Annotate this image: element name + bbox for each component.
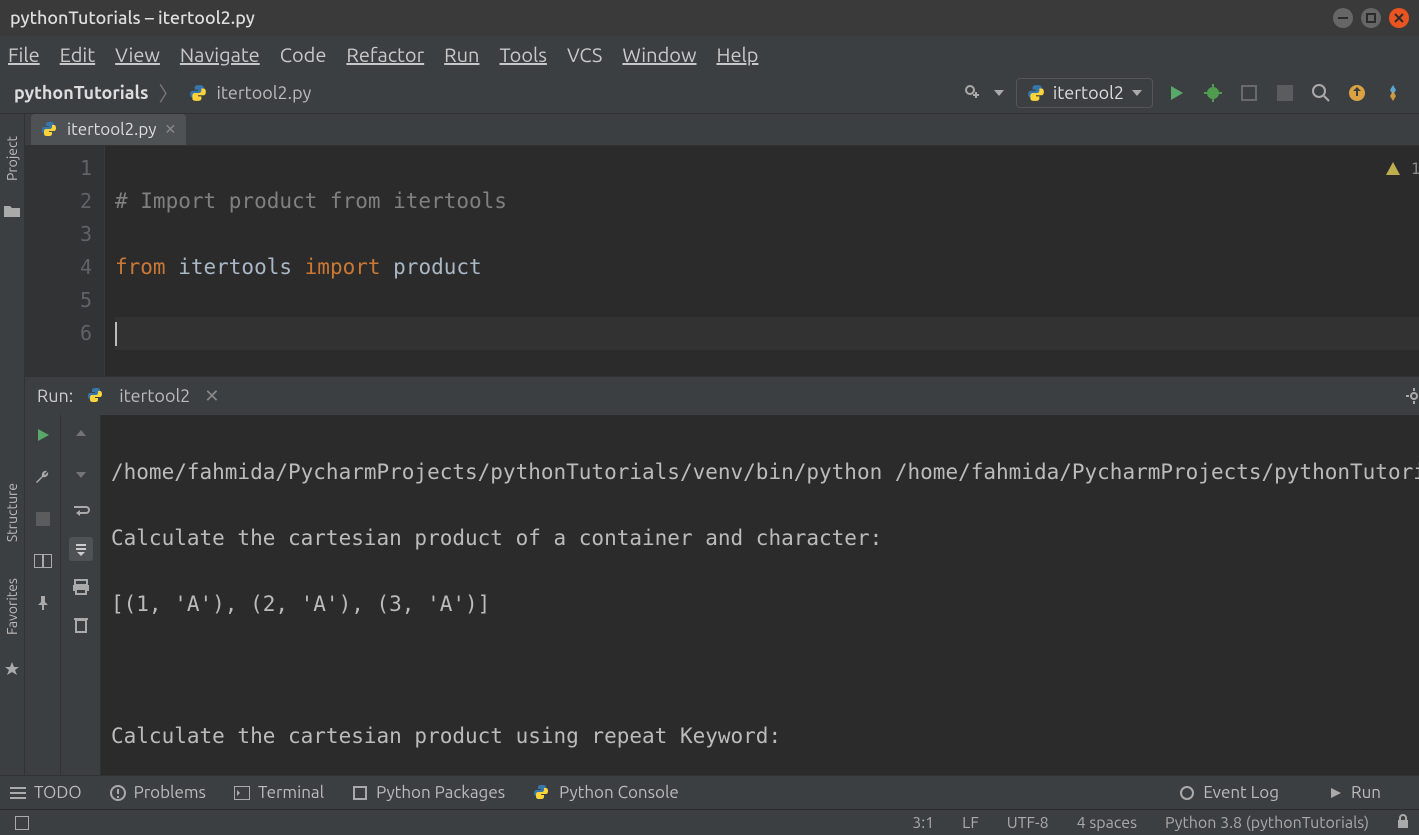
- menu-window[interactable]: Window: [622, 43, 696, 66]
- menu-file[interactable]: File: [8, 43, 40, 66]
- config-dropdown-icon[interactable]: [994, 90, 1004, 96]
- warning-icon: [1385, 161, 1401, 177]
- breadcrumb-project[interactable]: pythonTutorials: [14, 83, 149, 103]
- run-tab-name[interactable]: itertool2: [119, 386, 190, 406]
- menu-view[interactable]: View: [115, 43, 160, 66]
- stop-button[interactable]: [1273, 81, 1297, 105]
- python-file-icon: [189, 84, 207, 102]
- run-configuration-selector[interactable]: itertool2: [1016, 78, 1153, 108]
- tool-tab-project[interactable]: Project: [4, 136, 20, 181]
- update-icon[interactable]: [1345, 81, 1369, 105]
- line-ending[interactable]: LF: [962, 814, 979, 832]
- tab-close-icon[interactable]: ✕: [164, 121, 176, 138]
- minimize-button[interactable]: [1333, 8, 1353, 28]
- close-button[interactable]: [1389, 8, 1409, 28]
- bottom-tool-tabs: TODO Problems Terminal Python Packages P…: [0, 775, 1419, 809]
- menu-code[interactable]: Code: [280, 43, 327, 66]
- run-header: Run: itertool2 ✕: [25, 377, 1419, 415]
- interpreter[interactable]: Python 3.8 (pythonTutorials): [1165, 814, 1369, 832]
- inspection-widget[interactable]: 1 ˆ ˇ: [1385, 152, 1419, 185]
- toolbar-right: itertool2: [958, 78, 1405, 108]
- search-everywhere-icon[interactable]: [1309, 81, 1333, 105]
- tool-tab-python-packages[interactable]: Python Packages: [352, 783, 505, 802]
- editor-tabs: itertool2.py ✕: [25, 114, 1419, 146]
- menu-edit[interactable]: Edit: [60, 43, 95, 66]
- window-controls: [1333, 8, 1409, 28]
- run-tab-close-icon[interactable]: ✕: [204, 386, 219, 407]
- left-tool-stripe: Project Structure Favorites: [0, 114, 25, 775]
- run-label: Run:: [37, 386, 73, 406]
- tool-tab-problems[interactable]: Problems: [110, 783, 206, 802]
- warning-count: 1: [1411, 152, 1419, 185]
- menu-refactor[interactable]: Refactor: [346, 43, 424, 66]
- menu-bar: File Edit View Navigate Code Refactor Ru…: [0, 36, 1419, 72]
- text-cursor: [115, 322, 117, 346]
- tool-tab-python-console[interactable]: Python Console: [533, 783, 679, 802]
- run-toolbar-primary: [25, 415, 61, 775]
- down-stack-icon[interactable]: [69, 461, 93, 485]
- run-button[interactable]: [1165, 81, 1189, 105]
- lock-icon[interactable]: [1397, 814, 1409, 832]
- window-title: pythonTutorials – itertool2.py: [10, 8, 255, 28]
- layout-icon[interactable]: [31, 549, 55, 573]
- menu-run[interactable]: Run: [444, 43, 479, 66]
- gear-icon[interactable]: [1402, 384, 1419, 408]
- menu-vcs[interactable]: VCS: [567, 43, 602, 66]
- console-output[interactable]: /home/fahmida/PycharmProjects/pythonTuto…: [101, 415, 1419, 775]
- tool-tab-structure[interactable]: Structure: [4, 483, 20, 542]
- code-content[interactable]: # Import product from itertools from ite…: [105, 146, 1419, 376]
- tab-filename: itertool2.py: [67, 120, 156, 139]
- title-bar: pythonTutorials – itertool2.py: [0, 0, 1419, 36]
- python-icon: [87, 387, 105, 405]
- breadcrumb: pythonTutorials 〉 itertool2.py: [14, 78, 311, 107]
- add-config-icon[interactable]: [958, 81, 982, 105]
- menu-tools[interactable]: Tools: [499, 43, 546, 66]
- wrench-icon[interactable]: [31, 465, 55, 489]
- navigation-bar: pythonTutorials 〉 itertool2.py itertool2: [0, 72, 1419, 114]
- menu-help[interactable]: Help: [717, 43, 759, 66]
- caret-position[interactable]: 3:1: [912, 814, 934, 832]
- status-bar: 3:1 LF UTF-8 4 spaces Python 3.8 (python…: [0, 809, 1419, 835]
- scroll-to-end-icon[interactable]: [69, 537, 93, 561]
- editor-column: itertool2.py ✕ 1 2 3 4 5 6 # Import prod…: [25, 114, 1419, 775]
- trash-icon[interactable]: [69, 613, 93, 637]
- run-tool-window: Run: itertool2 ✕: [25, 376, 1419, 775]
- maximize-button[interactable]: [1361, 8, 1381, 28]
- code-editor[interactable]: 1 2 3 4 5 6 # Import product from iterto…: [25, 146, 1419, 376]
- main-area: Project Structure Favorites itertool2.py…: [0, 114, 1419, 775]
- run-tool-button[interactable]: Run: [1329, 783, 1381, 802]
- run-body: /home/fahmida/PycharmProjects/pythonTuto…: [25, 415, 1419, 775]
- folder-icon[interactable]: [0, 199, 24, 223]
- encoding[interactable]: UTF-8: [1007, 814, 1049, 832]
- menu-navigate[interactable]: Navigate: [180, 43, 260, 66]
- tool-windows-icon[interactable]: [10, 811, 34, 835]
- breadcrumb-separator-icon: 〉: [159, 78, 179, 107]
- run-config-name: itertool2: [1053, 83, 1124, 103]
- up-stack-icon[interactable]: [69, 423, 93, 447]
- pin-icon[interactable]: [31, 591, 55, 615]
- star-icon: [0, 657, 24, 681]
- soft-wrap-icon[interactable]: [69, 499, 93, 523]
- python-icon: [1027, 84, 1045, 102]
- event-log-button[interactable]: Event Log: [1179, 783, 1279, 802]
- tool-tab-todo[interactable]: TODO: [10, 783, 82, 802]
- gutter: 1 2 3 4 5 6: [25, 146, 105, 376]
- debug-button[interactable]: [1201, 81, 1225, 105]
- breadcrumb-file[interactable]: itertool2.py: [217, 83, 312, 103]
- rerun-button[interactable]: [31, 423, 55, 447]
- tool-tab-terminal[interactable]: Terminal: [234, 783, 324, 802]
- coverage-button[interactable]: [1237, 81, 1261, 105]
- tool-tab-favorites[interactable]: Favorites: [4, 578, 20, 635]
- stop-run-button[interactable]: [31, 507, 55, 531]
- print-icon[interactable]: [69, 575, 93, 599]
- run-toolbar-secondary: [61, 415, 101, 775]
- python-file-icon: [41, 121, 59, 139]
- indent[interactable]: 4 spaces: [1077, 814, 1137, 832]
- ide-settings-icon[interactable]: [1381, 81, 1405, 105]
- chevron-down-icon: [1132, 90, 1142, 96]
- file-tab-active[interactable]: itertool2.py ✕: [31, 114, 186, 145]
